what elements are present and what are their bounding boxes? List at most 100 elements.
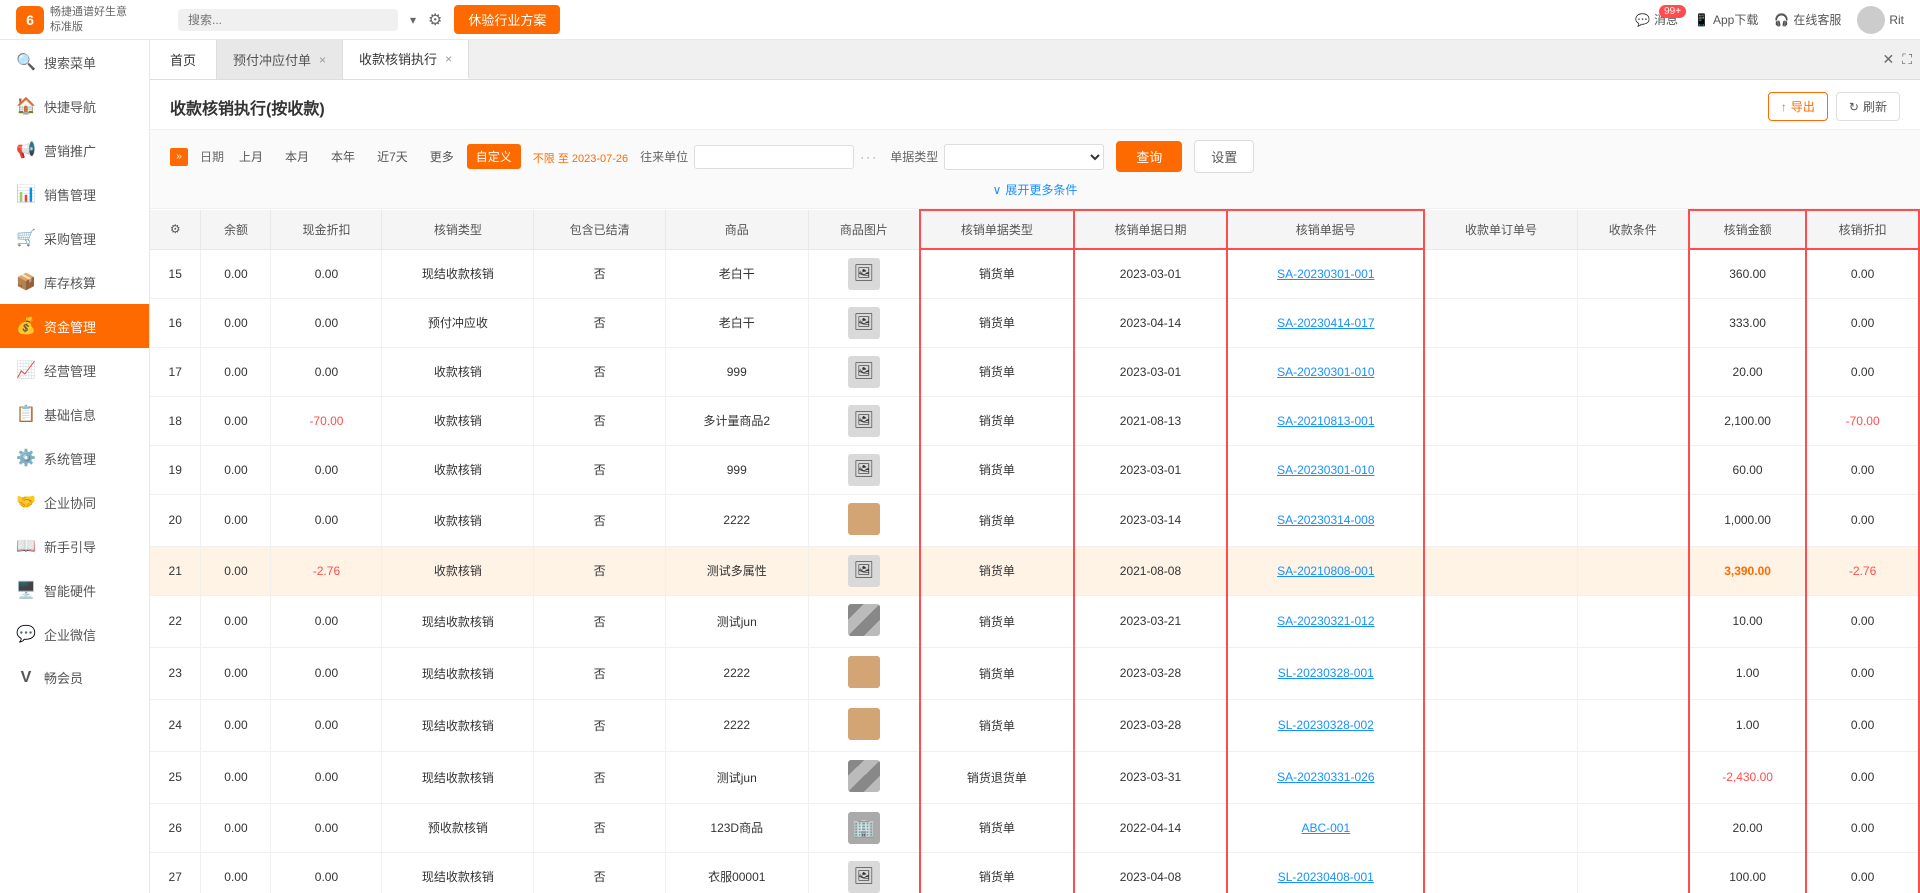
sidebar-item-wechat[interactable]: 💬 企业微信 bbox=[0, 612, 149, 656]
cell-product: 衣服00001 bbox=[665, 852, 808, 893]
cell-receipt-cond bbox=[1577, 347, 1689, 396]
sidebar-item-operations[interactable]: 📈 经营管理 bbox=[0, 348, 149, 392]
bill-no-link[interactable]: SA-20230314-008 bbox=[1277, 513, 1374, 527]
date-btn-this-month[interactable]: 本月 bbox=[276, 144, 318, 169]
bill-no-link[interactable]: SA-20230321-012 bbox=[1277, 614, 1374, 628]
cell-receipt-cond bbox=[1577, 546, 1689, 595]
cell-product-img: 🖼 bbox=[808, 347, 920, 396]
bill-no-link[interactable]: SA-20210808-001 bbox=[1277, 564, 1374, 578]
bill-no-link[interactable]: SA-20230301-010 bbox=[1277, 463, 1374, 477]
industry-button[interactable]: 休验行业方案 bbox=[454, 5, 560, 34]
sales-icon: 📊 bbox=[16, 184, 36, 204]
sidebar-item-inventory[interactable]: 📦 库存核算 bbox=[0, 260, 149, 304]
bill-type-select[interactable] bbox=[944, 144, 1104, 170]
table-row: 26 0.00 0.00 预收款核销 否 123D商品 🏢 销货单 2022-0… bbox=[150, 803, 1919, 852]
sidebar-item-basics[interactable]: 📋 基础信息 bbox=[0, 392, 149, 436]
cell-bill-no[interactable]: SL-20230408-001 bbox=[1227, 852, 1424, 893]
bill-no-link[interactable]: SL-20230328-001 bbox=[1278, 666, 1374, 680]
date-btn-7days[interactable]: 近7天 bbox=[368, 144, 417, 169]
expand-conditions-btn[interactable]: ∨ 展开更多条件 bbox=[993, 181, 1078, 198]
cell-id: 16 bbox=[150, 298, 201, 347]
cell-product: 123D商品 bbox=[665, 803, 808, 852]
date-btn-more[interactable]: 更多 bbox=[421, 144, 463, 169]
cell-product-img: 🏢 bbox=[808, 803, 920, 852]
bill-no-link[interactable]: SA-20210813-001 bbox=[1277, 414, 1374, 428]
sidebar-item-vip[interactable]: V 畅会员 bbox=[0, 656, 149, 699]
cell-bill-no[interactable]: SA-20230331-026 bbox=[1227, 751, 1424, 803]
cell-verify-discount: -70.00 bbox=[1806, 396, 1919, 445]
search-input[interactable] bbox=[178, 9, 398, 31]
dropdown-icon[interactable]: ▾ bbox=[410, 13, 416, 27]
sidebar-item-newbie[interactable]: 📖 新手引导 bbox=[0, 524, 149, 568]
th-settings[interactable]: ⚙ bbox=[150, 210, 201, 249]
cell-bill-no[interactable]: ABC-001 bbox=[1227, 803, 1424, 852]
cell-bill-no[interactable]: SL-20230328-002 bbox=[1227, 699, 1424, 751]
operations-icon: 📈 bbox=[16, 360, 36, 380]
cell-bill-no[interactable]: SA-20230414-017 bbox=[1227, 298, 1424, 347]
bill-no-link[interactable]: SL-20230328-002 bbox=[1278, 718, 1374, 732]
logo-icon: 6 bbox=[16, 6, 44, 34]
cell-bill-no[interactable]: SA-20230314-008 bbox=[1227, 494, 1424, 546]
sidebar-item-quicknav[interactable]: 🏠 快捷导航 bbox=[0, 84, 149, 128]
bill-no-link[interactable]: SA-20230414-017 bbox=[1277, 316, 1374, 330]
date-btn-last-month[interactable]: 上月 bbox=[230, 144, 272, 169]
cell-bill-no[interactable]: SA-20230301-001 bbox=[1227, 249, 1424, 298]
cell-bill-date: 2023-03-21 bbox=[1074, 595, 1228, 647]
query-button[interactable]: 查询 bbox=[1116, 141, 1182, 172]
sidebar-item-purchase[interactable]: 🛒 采购管理 bbox=[0, 216, 149, 260]
tab-prepaid-close[interactable]: × bbox=[319, 53, 326, 67]
bill-no-link[interactable]: SA-20230301-001 bbox=[1277, 267, 1374, 281]
table-area[interactable]: ⚙ 余额 现金折扣 核销类型 包含已结清 商品 商品图片 核销单据类型 核销单据… bbox=[150, 209, 1920, 893]
cell-bill-date: 2023-03-01 bbox=[1074, 347, 1228, 396]
cell-bill-no[interactable]: SA-20210808-001 bbox=[1227, 546, 1424, 595]
app-download-btn[interactable]: 📱 App下载 bbox=[1694, 11, 1758, 28]
bill-no-link[interactable]: ABC-001 bbox=[1301, 821, 1350, 835]
expand-window-icon[interactable]: ⛶ bbox=[1902, 51, 1912, 68]
online-service-btn[interactable]: 🎧 在线客服 bbox=[1774, 11, 1841, 28]
sidebar-item-collab[interactable]: 🤝 企业协同 bbox=[0, 480, 149, 524]
refresh-button[interactable]: ↻ 刷新 bbox=[1836, 92, 1900, 121]
export-button[interactable]: ↑ 导出 bbox=[1768, 92, 1828, 121]
user-area[interactable]: Rit bbox=[1857, 6, 1904, 34]
refresh-icon: ↻ bbox=[1849, 100, 1859, 114]
cell-receipt-order bbox=[1424, 445, 1577, 494]
date-btn-custom[interactable]: 自定义 bbox=[467, 144, 521, 169]
company-filter-dots[interactable]: ··· bbox=[860, 150, 878, 164]
cell-bill-no[interactable]: SA-20210813-001 bbox=[1227, 396, 1424, 445]
bill-no-link[interactable]: SA-20230301-010 bbox=[1277, 365, 1374, 379]
wechat-icon: 💬 bbox=[16, 624, 36, 644]
bill-no-link[interactable]: SA-20230331-026 bbox=[1277, 770, 1374, 784]
collapse-filter-btn[interactable]: » bbox=[170, 148, 188, 166]
table-row: 21 0.00 -2.76 收款核销 否 测试多属性 🖼 销货单 2021-08… bbox=[150, 546, 1919, 595]
cell-verify-discount: 0.00 bbox=[1806, 249, 1919, 298]
cell-bill-date: 2023-03-28 bbox=[1074, 699, 1228, 751]
cell-bill-no[interactable]: SA-20230301-010 bbox=[1227, 445, 1424, 494]
sidebar-item-search[interactable]: 🔍 搜索菜单 bbox=[0, 40, 149, 84]
setting-button[interactable]: 设置 bbox=[1194, 140, 1254, 173]
cell-cash-discount: 0.00 bbox=[271, 595, 382, 647]
date-btn-this-year[interactable]: 本年 bbox=[322, 144, 364, 169]
sidebar-item-hardware[interactable]: 🖥️ 智能硬件 bbox=[0, 568, 149, 612]
sidebar-item-sales[interactable]: 📊 销售管理 bbox=[0, 172, 149, 216]
close-window-icon[interactable]: ✕ bbox=[1882, 51, 1894, 68]
tab-verify-close[interactable]: × bbox=[445, 52, 452, 66]
cell-bill-no[interactable]: SA-20230301-010 bbox=[1227, 347, 1424, 396]
cell-verify-discount: 0.00 bbox=[1806, 699, 1919, 751]
newbie-icon: 📖 bbox=[16, 536, 36, 556]
tab-verify[interactable]: 收款核销执行 × bbox=[343, 40, 469, 79]
cell-bill-no[interactable]: SL-20230328-001 bbox=[1227, 647, 1424, 699]
sidebar-item-finance[interactable]: 💰 资金管理 bbox=[0, 304, 149, 348]
cell-id: 19 bbox=[150, 445, 201, 494]
sidebar-item-system[interactable]: ⚙️ 系统管理 bbox=[0, 436, 149, 480]
cell-verify-amount: 20.00 bbox=[1689, 347, 1806, 396]
tab-home[interactable]: 首页 bbox=[150, 40, 217, 79]
company-filter-input[interactable] bbox=[694, 145, 854, 169]
message-btn[interactable]: 💬 消息 99+ bbox=[1635, 11, 1678, 28]
settings-icon[interactable]: ⚙ bbox=[428, 10, 442, 30]
cell-id: 27 bbox=[150, 852, 201, 893]
sidebar-item-marketing[interactable]: 📢 营销推广 bbox=[0, 128, 149, 172]
tab-prepaid[interactable]: 预付冲应付单 × bbox=[217, 40, 343, 79]
cell-bill-no[interactable]: SA-20230321-012 bbox=[1227, 595, 1424, 647]
logo-text: 畅捷通谱好生意 标准版 bbox=[50, 5, 127, 34]
bill-no-link[interactable]: SL-20230408-001 bbox=[1278, 870, 1374, 884]
